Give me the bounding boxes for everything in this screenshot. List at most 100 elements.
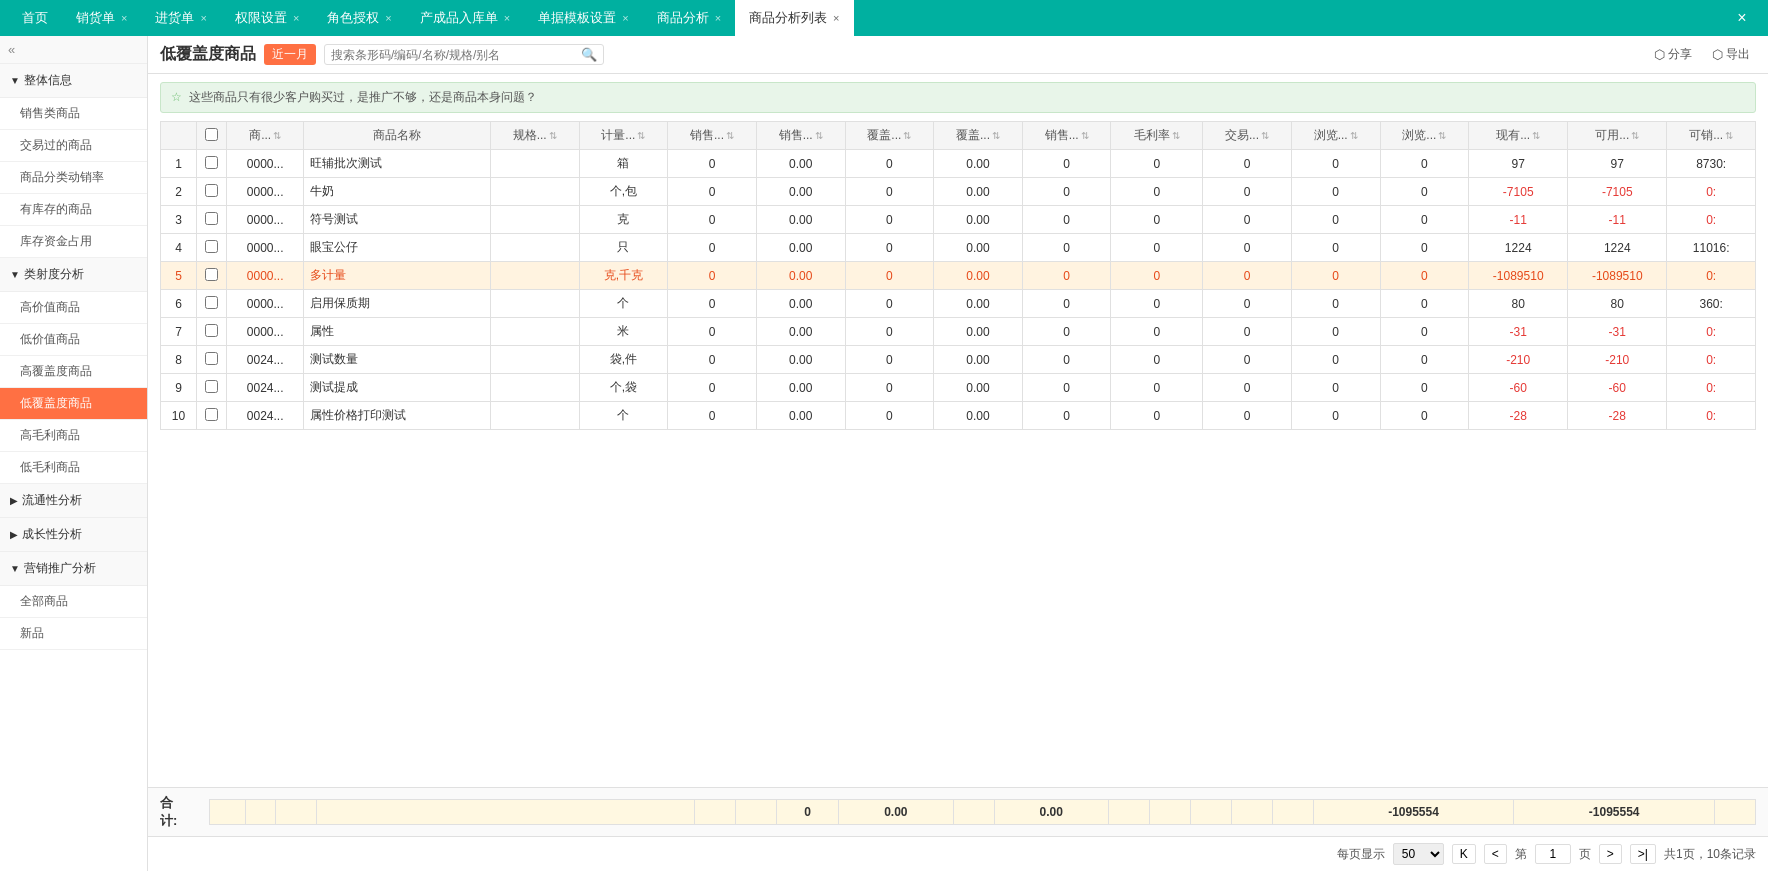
row-checkbox-2[interactable] [205,212,218,225]
sidebar-collapse-button[interactable]: « [8,42,15,57]
col-code-header[interactable]: 商...⇅ [227,122,304,150]
row-checkbox-7[interactable] [205,352,218,365]
sidebar-item-sales-goods[interactable]: 销售类商品 [0,98,147,130]
page-number-input[interactable] [1535,844,1571,864]
sidebar-section-coverage[interactable]: ▼ 类射度分析 [0,258,147,292]
table-row: 100024...属性价格打印测试个00.0000.0000000-28-280… [161,402,1756,430]
summary-sales-amount: 0.00 [839,800,953,825]
sidebar-section-marketing[interactable]: ▼ 营销推广分析 [0,552,147,586]
browse1-link[interactable]: 0 [1332,185,1339,199]
browse1-link[interactable]: 0 [1332,297,1339,311]
share-button[interactable]: ⬡ 分享 [1648,44,1698,65]
nav-item-home[interactable]: 首页 [8,0,62,36]
per-page-label: 每页显示 [1337,846,1385,863]
col-unit-header[interactable]: 计量...⇅ [579,122,668,150]
period-button[interactable]: 近一月 [264,44,316,65]
per-page-select[interactable]: 50 20 100 200 [1393,843,1444,865]
section-arrow-growth: ▶ [10,529,18,540]
sidebar-item-high-coverage[interactable]: 高覆盖度商品 [0,356,147,388]
table-row: 40000...眼宝公仔只00.0000.0000000122412241101… [161,234,1756,262]
first-page-button[interactable]: K [1452,844,1476,864]
col-cb [197,122,227,150]
sidebar-item-low-margin[interactable]: 低毛利商品 [0,452,147,484]
sidebar-item-all-goods[interactable]: 全部商品 [0,586,147,618]
sidebar-item-stock-funds[interactable]: 库存资金占用 [0,226,147,258]
sidebar-item-stocked-goods[interactable]: 有库存的商品 [0,194,147,226]
col-cover2-header[interactable]: 覆盖...⇅ [934,122,1023,150]
row-checkbox-4[interactable] [205,268,218,281]
browse1-link[interactable]: 0 [1332,353,1339,367]
section-arrow-liquidity: ▶ [10,495,18,506]
col-trade-header[interactable]: 交易...⇅ [1203,122,1292,150]
col-sales3-header[interactable]: 销售...⇅ [1022,122,1111,150]
close-roles-tab[interactable]: × [385,12,391,24]
sidebar-section-overall[interactable]: ▼ 整体信息 [0,64,147,98]
col-sales-amount-header[interactable]: 销售...⇅ [756,122,845,150]
close-warehousing-tab[interactable]: × [504,12,510,24]
nav-item-warehousing[interactable]: 产成品入库单 × [406,0,524,36]
sidebar-section-liquidity[interactable]: ▶ 流通性分析 [0,484,147,518]
nav-item-analysis-list[interactable]: 商品分析列表 × [735,0,853,36]
col-available-header[interactable]: 可用...⇅ [1568,122,1667,150]
sidebar-section-growth[interactable]: ▶ 成长性分析 [0,518,147,552]
col-stock-header[interactable]: 现有...⇅ [1469,122,1568,150]
summary-row: 0 0.00 0.00 -1095554 -1095554 [210,800,1756,825]
sidebar-item-low-value[interactable]: 低价值商品 [0,324,147,356]
sidebar-item-traded-goods[interactable]: 交易过的商品 [0,130,147,162]
col-num [161,122,197,150]
sidebar-item-high-value[interactable]: 高价值商品 [0,292,147,324]
browse1-link[interactable]: 0 [1332,381,1339,395]
col-margin-header[interactable]: 毛利率⇅ [1111,122,1203,150]
nav-item-template[interactable]: 单据模板设置 × [524,0,642,36]
col-sales-qty-header[interactable]: 销售...⇅ [668,122,757,150]
sidebar-item-category-rate[interactable]: 商品分类动销率 [0,162,147,194]
last-page-button[interactable]: >| [1630,844,1656,864]
close-analysis-list-tab[interactable]: × [833,12,839,24]
row-checkbox-9[interactable] [205,408,218,421]
browse1-link[interactable]: 0 [1332,157,1339,171]
row-checkbox-0[interactable] [205,156,218,169]
prev-page-button[interactable]: < [1484,844,1507,864]
sidebar-item-high-margin[interactable]: 高毛利商品 [0,420,147,452]
col-cover1-header[interactable]: 覆盖...⇅ [845,122,934,150]
section-arrow-marketing: ▼ [10,563,20,574]
browse1-link[interactable]: 0 [1332,213,1339,227]
search-container: 🔍 [324,44,604,65]
search-input[interactable] [331,48,581,62]
browse1-link[interactable]: 0 [1332,241,1339,255]
select-all-checkbox[interactable] [205,128,218,141]
close-purchase-tab[interactable]: × [200,12,206,24]
row-checkbox-3[interactable] [205,240,218,253]
close-window-button[interactable]: × [1724,0,1760,36]
col-browse2-header[interactable]: 浏览...⇅ [1380,122,1469,150]
col-spec-header[interactable]: 规格...⇅ [490,122,579,150]
row-checkbox-5[interactable] [205,296,218,309]
next-page-button[interactable]: > [1599,844,1622,864]
sidebar-item-new-goods[interactable]: 新品 [0,618,147,650]
nav-item-permissions[interactable]: 权限设置 × [221,0,313,36]
close-permissions-tab[interactable]: × [293,12,299,24]
table-row: 70000...属性米00.0000.0000000-31-310: [161,318,1756,346]
browse1-link[interactable]: 0 [1332,409,1339,423]
export-button[interactable]: ⬡ 导出 [1706,44,1756,65]
nav-item-purchase[interactable]: 进货单 × [141,0,220,36]
close-sales-tab[interactable]: × [121,12,127,24]
col-browse1-header[interactable]: 浏览...⇅ [1291,122,1380,150]
total-info: 共1页，10条记录 [1664,846,1756,863]
page-suffix: 页 [1579,846,1591,863]
col-sellable-header[interactable]: 可销...⇅ [1667,122,1756,150]
close-analysis-tab[interactable]: × [715,12,721,24]
info-icon: ☆ [171,90,182,104]
share-icon: ⬡ [1654,47,1665,62]
close-template-tab[interactable]: × [622,12,628,24]
nav-item-analysis[interactable]: 商品分析 × [643,0,735,36]
col-name-header[interactable]: 商品名称 [304,122,491,150]
sidebar-item-low-coverage[interactable]: 低覆盖度商品 [0,388,147,420]
browse1-link[interactable]: 0 [1332,325,1339,339]
row-checkbox-1[interactable] [205,184,218,197]
nav-item-roles[interactable]: 角色授权 × [313,0,405,36]
nav-item-sales[interactable]: 销货单 × [62,0,141,36]
row-checkbox-6[interactable] [205,324,218,337]
browse1-link[interactable]: 0 [1332,269,1339,283]
row-checkbox-8[interactable] [205,380,218,393]
